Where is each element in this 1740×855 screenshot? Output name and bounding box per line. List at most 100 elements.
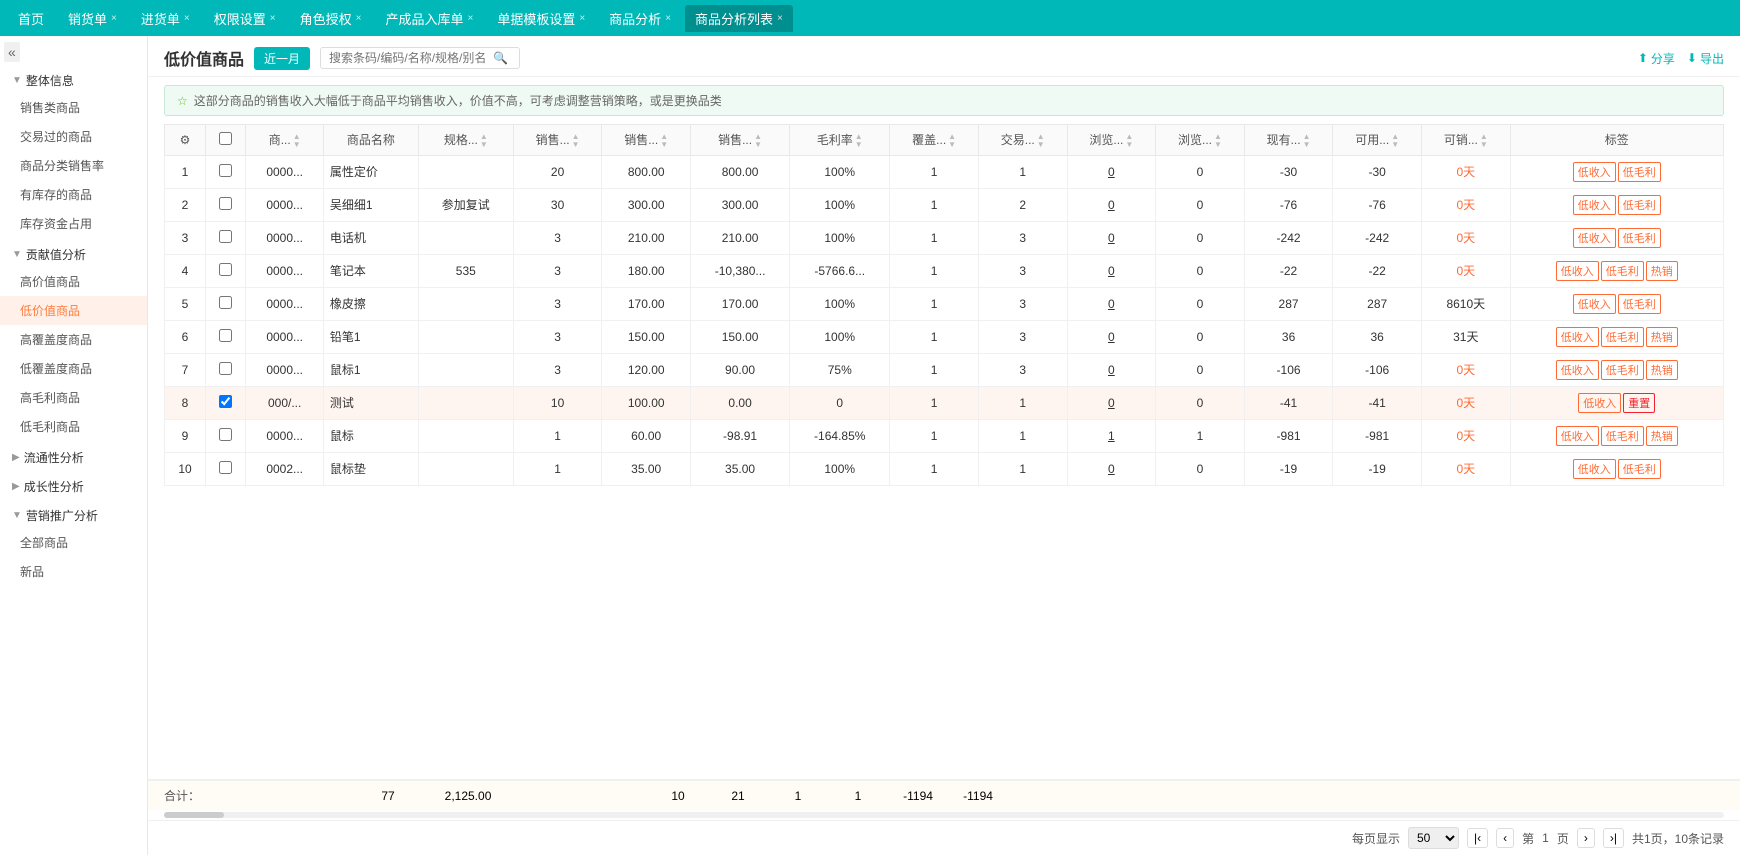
browse1-link[interactable]: 1 bbox=[1108, 429, 1115, 443]
row-checkbox[interactable] bbox=[219, 230, 232, 243]
sidebar-group-overall[interactable]: ▼ 整体信息 bbox=[0, 64, 147, 93]
cell-spec bbox=[418, 452, 513, 485]
cell-checkbox[interactable] bbox=[206, 287, 246, 320]
browse1-link[interactable]: 0 bbox=[1108, 198, 1115, 212]
nav-close-role-auth[interactable]: × bbox=[356, 13, 362, 24]
cell-browse1[interactable]: 0 bbox=[1067, 155, 1156, 188]
col-checkbox-all[interactable] bbox=[206, 125, 246, 156]
nav-close-product-analysis[interactable]: × bbox=[665, 13, 671, 24]
sidebar-group-growth[interactable]: ▶ 成长性分析 bbox=[0, 470, 147, 499]
cell-browse1[interactable]: 0 bbox=[1067, 221, 1156, 254]
browse1-link[interactable]: 0 bbox=[1108, 297, 1115, 311]
sidebar-item-inventory-capital[interactable]: 库存资金占用 bbox=[0, 209, 147, 238]
nav-sales-order[interactable]: 销货单 × bbox=[58, 5, 127, 32]
cell-checkbox[interactable] bbox=[206, 188, 246, 221]
nav-home[interactable]: 首页 bbox=[8, 5, 54, 32]
row-checkbox[interactable] bbox=[219, 428, 232, 441]
cell-checkbox[interactable] bbox=[206, 452, 246, 485]
sidebar-item-new-goods[interactable]: 新品 bbox=[0, 557, 147, 586]
sidebar-item-high-value[interactable]: 高价值商品 bbox=[0, 267, 147, 296]
scrollbar-thumb[interactable] bbox=[164, 812, 224, 818]
sidebar-group-marketing[interactable]: ▼ 营销推广分析 bbox=[0, 499, 147, 528]
sidebar-item-low-margin[interactable]: 低毛利商品 bbox=[0, 412, 147, 441]
nav-role-auth[interactable]: 角色授权 × bbox=[290, 5, 372, 32]
cell-browse1[interactable]: 0 bbox=[1067, 386, 1156, 419]
nav-close-sales-order[interactable]: × bbox=[111, 13, 117, 24]
sidebar-item-all-goods[interactable]: 全部商品 bbox=[0, 528, 147, 557]
cell-browse1[interactable]: 0 bbox=[1067, 452, 1156, 485]
nav-close-product-analysis-list[interactable]: × bbox=[777, 13, 783, 24]
pagination-last-btn[interactable]: ›| bbox=[1603, 828, 1624, 848]
col-settings[interactable]: ⚙ bbox=[165, 125, 206, 156]
row-checkbox[interactable] bbox=[219, 461, 232, 474]
row-checkbox[interactable] bbox=[219, 164, 232, 177]
cell-checkbox[interactable] bbox=[206, 386, 246, 419]
nav-purchase-order[interactable]: 进货单 × bbox=[131, 5, 200, 32]
sidebar-item-traded-goods[interactable]: 交易过的商品 bbox=[0, 122, 147, 151]
browse1-link[interactable]: 0 bbox=[1108, 396, 1115, 410]
cell-checkbox[interactable] bbox=[206, 419, 246, 452]
cell-checkbox[interactable] bbox=[206, 353, 246, 386]
per-page-select[interactable]: 50 100 200 bbox=[1408, 827, 1459, 849]
cell-browse1[interactable]: 0 bbox=[1067, 254, 1156, 287]
cell-checkbox[interactable] bbox=[206, 320, 246, 353]
nav-close-permission[interactable]: × bbox=[270, 13, 276, 24]
cell-browse1[interactable]: 0 bbox=[1067, 320, 1156, 353]
sidebar-item-high-margin[interactable]: 高毛利商品 bbox=[0, 383, 147, 412]
sidebar-collapse-btn[interactable]: « bbox=[4, 42, 20, 62]
select-all-checkbox[interactable] bbox=[219, 132, 232, 145]
export-btn[interactable]: ⬇ 导出 bbox=[1687, 50, 1724, 67]
cell-browse1[interactable]: 0 bbox=[1067, 188, 1156, 221]
cell-checkbox[interactable] bbox=[206, 221, 246, 254]
pagination-next-btn[interactable]: › bbox=[1577, 828, 1595, 848]
share-btn[interactable]: ⬆ 分享 bbox=[1638, 50, 1675, 67]
browse1-link[interactable]: 0 bbox=[1108, 231, 1115, 245]
nav-close-purchase-order[interactable]: × bbox=[184, 13, 190, 24]
cell-checkbox[interactable] bbox=[206, 155, 246, 188]
sidebar-item-inventory-goods[interactable]: 有库存的商品 bbox=[0, 180, 147, 209]
cell-sales-price: 35.00 bbox=[602, 452, 691, 485]
cell-trade: 3 bbox=[978, 353, 1067, 386]
sidebar-group-liquidity[interactable]: ▶ 流通性分析 bbox=[0, 441, 147, 470]
cell-gross-rate: 100% bbox=[790, 155, 890, 188]
row-checkbox[interactable] bbox=[219, 296, 232, 309]
browse1-link[interactable]: 0 bbox=[1108, 264, 1115, 278]
pagination-prev-btn[interactable]: ‹ bbox=[1496, 828, 1514, 848]
row-checkbox[interactable] bbox=[219, 197, 232, 210]
browse1-link[interactable]: 0 bbox=[1108, 330, 1115, 344]
sidebar-item-sales-goods[interactable]: 销售类商品 bbox=[0, 93, 147, 122]
sidebar-item-category-sales-rate[interactable]: 商品分类销售率 bbox=[0, 151, 147, 180]
row-checkbox[interactable] bbox=[219, 395, 232, 408]
nav-close-product-warehouse[interactable]: × bbox=[467, 13, 473, 24]
nav-product-analysis-list[interactable]: 商品分析列表 × bbox=[685, 5, 793, 32]
sidebar-group-contribution[interactable]: ▼ 贡献值分析 bbox=[0, 238, 147, 267]
nav-close-template-settings[interactable]: × bbox=[579, 13, 585, 24]
cell-browse1[interactable]: 0 bbox=[1067, 353, 1156, 386]
cell-checkbox[interactable] bbox=[206, 254, 246, 287]
nav-permission-settings[interactable]: 权限设置 × bbox=[204, 5, 286, 32]
tag-label: 低毛利 bbox=[1601, 426, 1644, 446]
search-box[interactable]: 🔍 bbox=[320, 47, 520, 69]
pagination-first-btn[interactable]: |‹ bbox=[1467, 828, 1488, 848]
row-checkbox[interactable] bbox=[219, 329, 232, 342]
row-checkbox[interactable] bbox=[219, 362, 232, 375]
search-input[interactable] bbox=[329, 51, 489, 65]
sidebar-item-low-value[interactable]: 低价值商品 bbox=[0, 296, 147, 325]
row-checkbox[interactable] bbox=[219, 263, 232, 276]
scrollbar-track[interactable] bbox=[164, 812, 1724, 818]
cell-browse1[interactable]: 1 bbox=[1067, 419, 1156, 452]
col-trade: 交易...▲▼ bbox=[978, 125, 1067, 156]
cell-tags: 低收入低毛利热销 bbox=[1510, 320, 1723, 353]
browse1-link[interactable]: 0 bbox=[1108, 363, 1115, 377]
browse1-link[interactable]: 0 bbox=[1108, 165, 1115, 179]
nav-product-warehouse[interactable]: 产成品入库单 × bbox=[375, 5, 483, 32]
sidebar-item-high-coverage[interactable]: 高覆盖度商品 bbox=[0, 325, 147, 354]
sidebar-item-low-coverage[interactable]: 低覆盖度商品 bbox=[0, 354, 147, 383]
browse1-link[interactable]: 0 bbox=[1108, 462, 1115, 476]
nav-template-settings[interactable]: 单据模板设置 × bbox=[487, 5, 595, 32]
cell-spec bbox=[418, 419, 513, 452]
filter-date-btn[interactable]: 近一月 bbox=[254, 47, 310, 70]
table-row: 4 0000... 笔记本 535 3 180.00 -10,380... -5… bbox=[165, 254, 1724, 287]
cell-browse1[interactable]: 0 bbox=[1067, 287, 1156, 320]
nav-product-analysis[interactable]: 商品分析 × bbox=[599, 5, 681, 32]
